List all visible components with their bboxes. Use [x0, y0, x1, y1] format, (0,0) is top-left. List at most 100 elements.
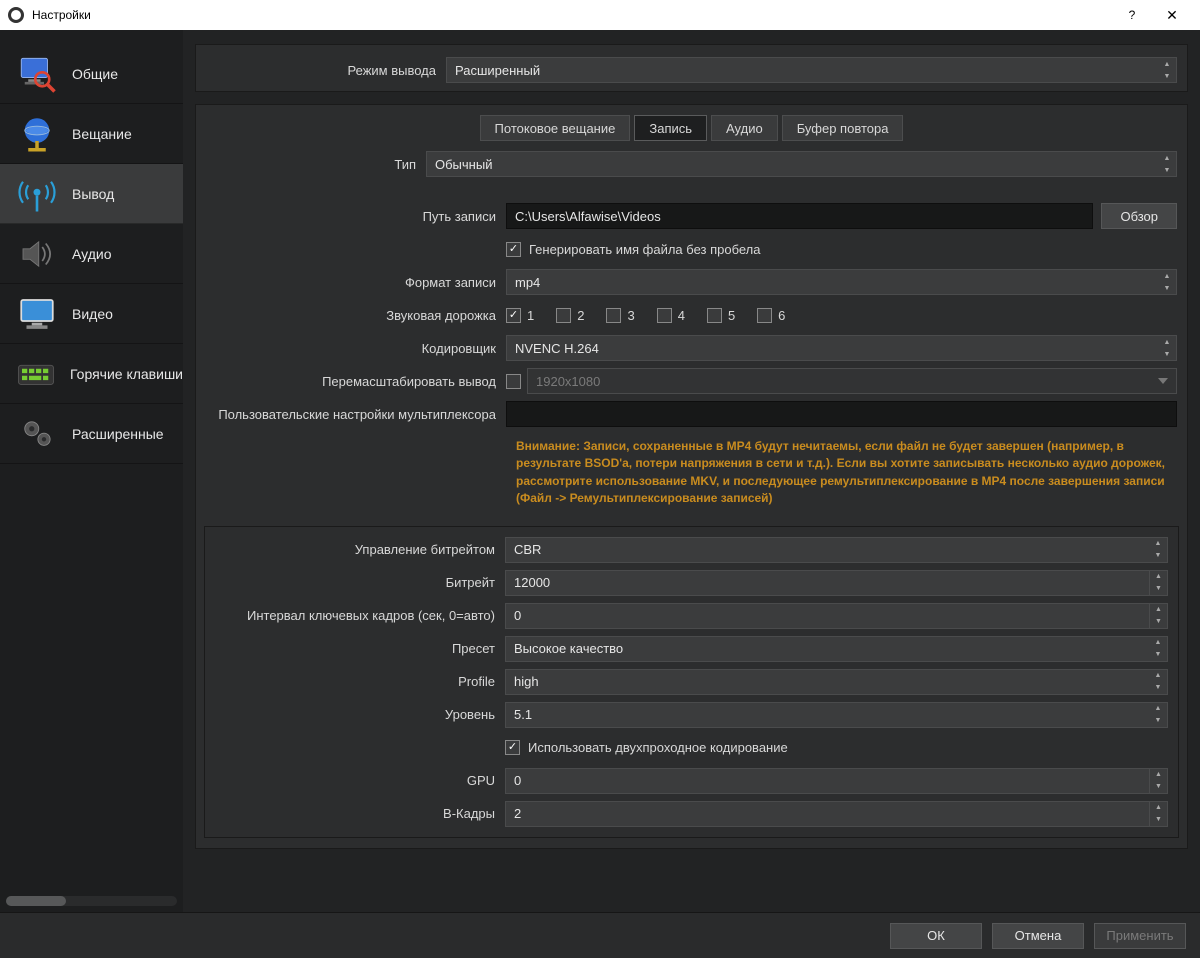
tab-audio[interactable]: Аудио — [711, 115, 778, 141]
sidebar: Общие Вещание Вывод — [0, 30, 183, 912]
rate-ctrl-select[interactable]: CBR ▲▼ — [505, 537, 1168, 563]
preset-select[interactable]: Высокое качество ▲▼ — [505, 636, 1168, 662]
level-select[interactable]: 5.1 ▲▼ — [505, 702, 1168, 728]
chevron-down-icon — [1154, 369, 1172, 393]
chevron-up-icon[interactable]: ▲ — [1149, 769, 1167, 781]
sidebar-item-advanced[interactable]: Расширенные — [0, 404, 183, 464]
keyboard-icon — [14, 351, 58, 397]
type-select[interactable]: Обычный ▲▼ — [426, 151, 1177, 177]
level-value: 5.1 — [514, 707, 532, 722]
keyframe-label: Интервал ключевых кадров (сек, 0=авто) — [205, 608, 505, 623]
cancel-button[interactable]: Отмена — [992, 923, 1084, 949]
encoder-label: Кодировщик — [196, 341, 506, 356]
chevron-up-icon: ▲ — [1149, 538, 1167, 550]
mp4-warning: Внимание: Записи, сохраненные в MP4 буду… — [506, 432, 1177, 520]
sidebar-scrollbar[interactable] — [6, 896, 177, 906]
antenna-icon — [14, 171, 60, 217]
rate-ctrl-value: CBR — [514, 542, 541, 557]
monitor-icon — [14, 291, 60, 337]
window-title: Настройки — [32, 8, 91, 22]
format-value: mp4 — [515, 275, 540, 290]
encoder-select[interactable]: NVENC H.264 ▲▼ — [506, 335, 1177, 361]
chevron-up-icon[interactable]: ▲ — [1149, 604, 1167, 616]
output-tabs: Потоковое вещание Запись Аудио Буфер пов… — [196, 105, 1187, 149]
chevron-up-icon: ▲ — [1158, 58, 1176, 70]
sidebar-item-video[interactable]: Видео — [0, 284, 183, 344]
mux-label: Пользовательские настройки мультиплексор… — [196, 407, 506, 422]
chevron-down-icon: ▼ — [1158, 164, 1176, 176]
mux-input[interactable] — [506, 401, 1177, 427]
apply-button: Применить — [1094, 923, 1186, 949]
chevron-down-icon[interactable]: ▼ — [1149, 583, 1167, 595]
tab-recording[interactable]: Запись — [634, 115, 707, 141]
sidebar-item-general[interactable]: Общие — [0, 44, 183, 104]
rescale-checkbox[interactable] — [506, 374, 521, 389]
bitrate-label: Битрейт — [205, 575, 505, 590]
output-mode-value: Расширенный — [455, 63, 540, 78]
track-4-checkbox[interactable] — [657, 308, 672, 323]
chevron-up-icon: ▲ — [1149, 637, 1167, 649]
track-5-checkbox[interactable] — [707, 308, 722, 323]
keyframe-input[interactable]: 0 ▲▼ — [505, 603, 1168, 629]
chevron-down-icon[interactable]: ▼ — [1149, 781, 1167, 793]
gpu-label: GPU — [205, 773, 505, 788]
format-select[interactable]: mp4 ▲▼ — [506, 269, 1177, 295]
sidebar-item-label: Расширенные — [72, 426, 164, 442]
gpu-input[interactable]: 0 ▲▼ — [505, 768, 1168, 794]
chevron-down-icon[interactable]: ▼ — [1149, 616, 1167, 628]
track-4-label: 4 — [678, 308, 685, 323]
chevron-down-icon[interactable]: ▼ — [1149, 814, 1167, 826]
chevron-up-icon: ▲ — [1158, 336, 1176, 348]
type-label: Тип — [196, 157, 426, 172]
rescale-label: Перемасштабировать вывод — [196, 374, 506, 389]
settings-area: Режим вывода Расширенный ▲▼ — [183, 30, 1200, 912]
bframes-label: B-Кадры — [205, 806, 505, 821]
chevron-up-icon[interactable]: ▲ — [1149, 571, 1167, 583]
profile-select[interactable]: high ▲▼ — [505, 669, 1168, 695]
track-6-label: 6 — [778, 308, 785, 323]
titlebar: Настройки ? ✕ — [0, 0, 1200, 30]
gears-icon — [14, 411, 60, 457]
tracks-label: Звуковая дорожка — [196, 308, 506, 323]
browse-button[interactable]: Обзор — [1101, 203, 1177, 229]
sidebar-item-label: Горячие клавиши — [70, 366, 183, 382]
encoder-value: NVENC H.264 — [515, 341, 599, 356]
ok-button[interactable]: ОК — [890, 923, 982, 949]
output-mode-select[interactable]: Расширенный ▲▼ — [446, 57, 1177, 83]
rescale-select: 1920x1080 — [527, 368, 1177, 394]
bitrate-input[interactable]: 12000 ▲▼ — [505, 570, 1168, 596]
sidebar-item-label: Видео — [72, 306, 113, 322]
sidebar-item-stream[interactable]: Вещание — [0, 104, 183, 164]
chevron-up-icon[interactable]: ▲ — [1149, 802, 1167, 814]
globe-stream-icon — [14, 111, 60, 157]
sidebar-item-audio[interactable]: Аудио — [0, 224, 183, 284]
help-button[interactable]: ? — [1112, 0, 1152, 30]
sidebar-item-output[interactable]: Вывод — [0, 164, 183, 224]
output-mode-label: Режим вывода — [196, 63, 446, 78]
track-1-checkbox[interactable] — [506, 308, 521, 323]
close-button[interactable]: ✕ — [1152, 0, 1192, 30]
sidebar-item-hotkeys[interactable]: Горячие клавиши — [0, 344, 183, 404]
track-6-checkbox[interactable] — [757, 308, 772, 323]
track-1-label: 1 — [527, 308, 534, 323]
gen-filename-checkbox[interactable] — [506, 242, 521, 257]
tab-replay-buffer[interactable]: Буфер повтора — [782, 115, 904, 141]
path-input[interactable] — [506, 203, 1093, 229]
preset-value: Высокое качество — [514, 641, 623, 656]
profile-label: Profile — [205, 674, 505, 689]
rescale-value: 1920x1080 — [536, 374, 600, 389]
output-mode-panel: Режим вывода Расширенный ▲▼ — [195, 44, 1188, 92]
twopass-checkbox[interactable] — [505, 740, 520, 755]
level-label: Уровень — [205, 707, 505, 722]
chevron-up-icon: ▲ — [1158, 270, 1176, 282]
track-3-label: 3 — [627, 308, 634, 323]
tab-streaming[interactable]: Потоковое вещание — [480, 115, 631, 141]
chevron-down-icon: ▼ — [1149, 550, 1167, 562]
twopass-label: Использовать двухпроходное кодирование — [528, 740, 788, 755]
track-3-checkbox[interactable] — [606, 308, 621, 323]
track-5-label: 5 — [728, 308, 735, 323]
track-2-checkbox[interactable] — [556, 308, 571, 323]
bframes-value: 2 — [514, 806, 521, 821]
chevron-up-icon: ▲ — [1149, 670, 1167, 682]
bframes-input[interactable]: 2 ▲▼ — [505, 801, 1168, 827]
